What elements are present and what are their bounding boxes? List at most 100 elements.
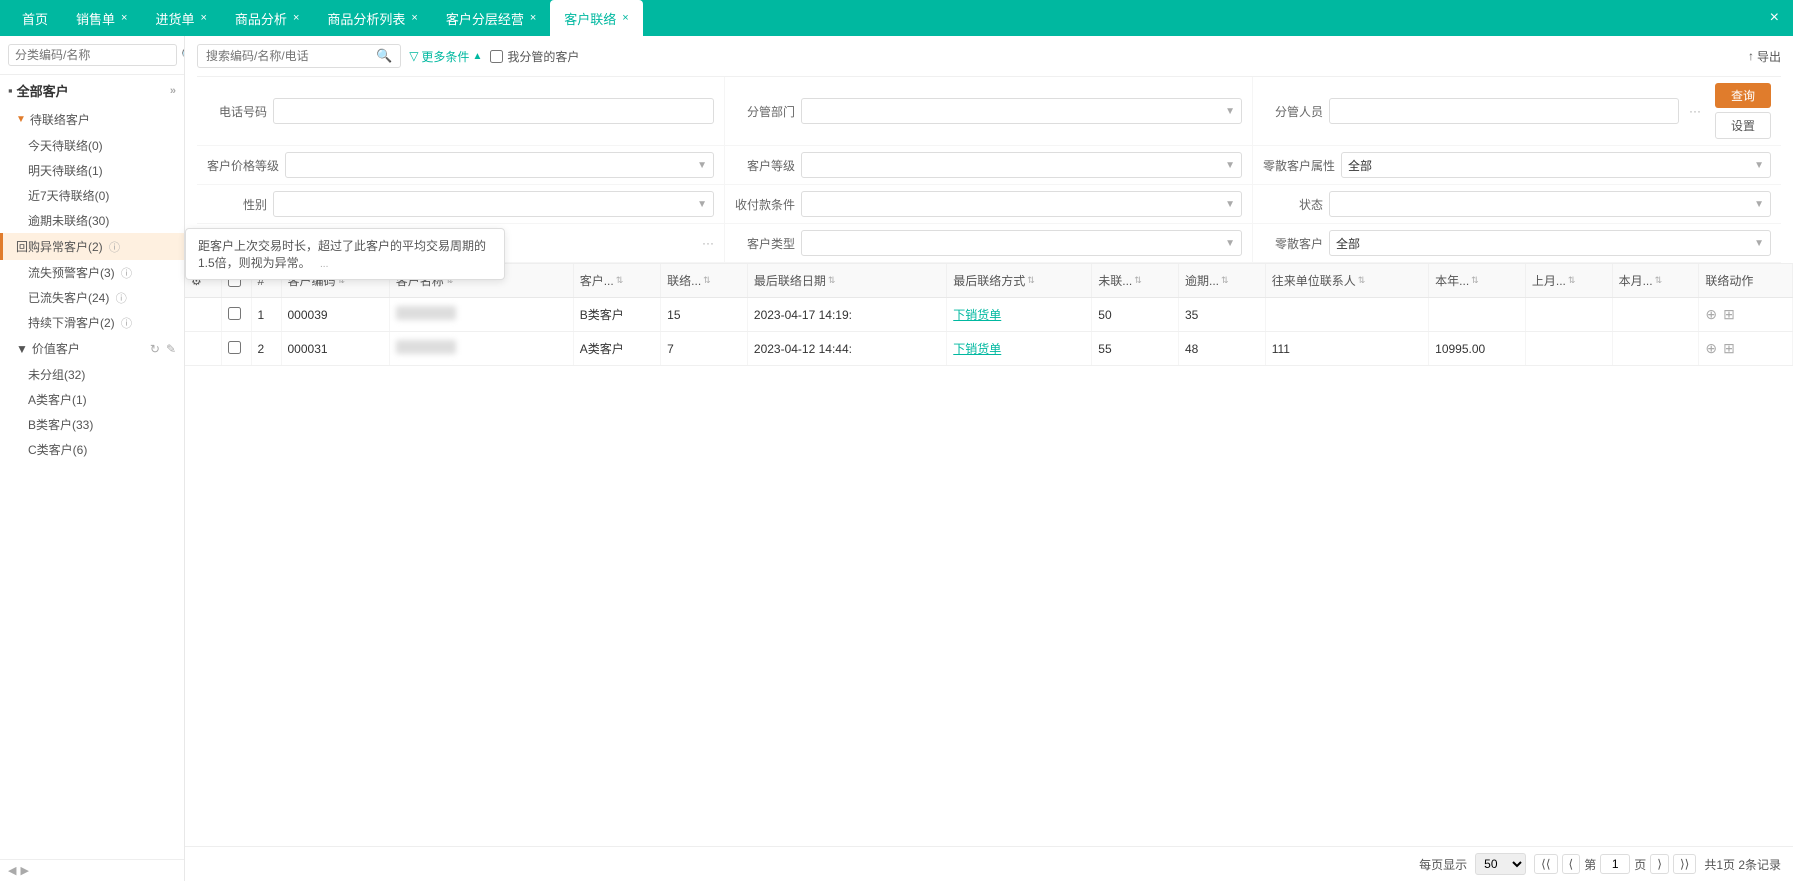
per-page-select[interactable]: 50 100 200 [1475,853,1526,875]
next-page-btn[interactable]: ⟩ [1650,854,1669,874]
th-overdue[interactable]: 逾期... ⇅ [1179,264,1266,298]
sidebar-item-tomorrow-contact[interactable]: 明天待联络(1) [0,158,184,183]
action-grid-icon[interactable]: ⊞ [1723,306,1735,323]
anomaly-tooltip: 距客户上次交易时长，超过了此客户的平均交易周期的1.5倍，则视为异常。 ... [185,228,505,280]
cust-price-select[interactable]: ▼ [285,152,714,178]
tab-purchase[interactable]: 进货单 × [141,0,220,36]
sidebar-search-input[interactable] [8,44,177,66]
cust-level-select[interactable]: ▼ [801,152,1242,178]
status-select[interactable]: ▼ [1329,191,1771,217]
wait-contact-group[interactable]: ▼ 待联络客户 [0,106,184,133]
cust-type-select[interactable]: ▼ [801,230,1242,256]
more-conditions-btn[interactable]: ▽ 更多条件 ▲ [409,48,482,65]
row-last-contact-method[interactable]: 下销货单 [947,298,1092,332]
table-row: 1000039B类客户152023-04-17 14:19:下销货单5035 ⊕… [185,298,1793,332]
payment-select[interactable]: ▼ [801,191,1242,217]
subdept-select[interactable]: ▼ [801,98,1242,124]
my-customers-check[interactable]: 我分管的客户 [490,48,579,65]
close-purchase-tab[interactable]: × [200,12,206,24]
tooltip-dots: ... [320,259,328,270]
edit-value-cust-icon[interactable]: ✎ [166,342,176,356]
query-button[interactable]: 查询 [1715,83,1771,108]
row-checkbox-cell[interactable] [221,298,251,332]
row-last-contact-method[interactable]: 下销货单 [947,332,1092,366]
th-unit-contact[interactable]: 往来单位联系人 ⇅ [1265,264,1428,298]
action-link-icon[interactable]: ⊕ [1705,340,1717,357]
sidebar-item-today-contact[interactable]: 今天待联络(0) [0,133,184,158]
tab-sales[interactable]: 销售单 × [62,0,141,36]
close-sales-tab[interactable]: × [121,12,127,24]
status-arrow: ▼ [1754,199,1764,210]
sidebar-item-b-class[interactable]: B类客户(33) [0,412,184,437]
close-customer-contact-tab[interactable]: × [622,12,628,24]
content-area: 🔍 ▽ 更多条件 ▲ 我分管的客户 ↑ 导出 [185,36,1793,881]
tab-customer-segment[interactable]: 客户分层经营 × [432,0,550,36]
subperson-select[interactable] [1329,98,1679,124]
tab-goods-analysis[interactable]: 商品分析 × [221,0,313,36]
th-last-contact-date[interactable]: 最后联络日期 ⇅ [747,264,946,298]
th-no-contact[interactable]: 未联... ⇅ [1092,264,1179,298]
search-input[interactable] [206,49,376,63]
sidebar-item-a-class[interactable]: A类客户(1) [0,387,184,412]
th-cust-type[interactable]: 客户... ⇅ [573,264,660,298]
th-last-month[interactable]: 上月... ⇅ [1525,264,1612,298]
row-settings-cell [185,298,221,332]
phone-input[interactable] [273,98,714,124]
value-customer-group[interactable]: ▼ 价值客户 ↻ ✎ [0,335,184,362]
close-window-btn[interactable]: × [1764,9,1785,27]
row-last-contact-date: 2023-04-12 14:44: [747,332,946,366]
th-year-sales[interactable]: 本年... ⇅ [1429,264,1526,298]
last-page-btn[interactable]: ⟩⟩ [1673,854,1696,874]
subperson-dots[interactable]: ··· [1689,104,1701,118]
retail-attr-select[interactable]: 全部▼ [1341,152,1771,178]
close-goods-analysis-tab[interactable]: × [293,12,299,24]
row-checkbox-cell[interactable] [221,332,251,366]
sidebar-nav-left[interactable]: ◀ [8,864,16,877]
filter-more-dots[interactable]: ··· [702,236,714,250]
last-contact-method-link[interactable]: 下销货单 [953,342,1001,356]
close-customer-segment-tab[interactable]: × [530,12,536,24]
page-label: 第 [1584,856,1596,873]
setting-button[interactable]: 设置 [1715,112,1771,139]
already-lost-info-icon: ⓘ [116,293,127,305]
action-link-icon[interactable]: ⊕ [1705,306,1717,323]
search-input-wrap: 🔍 [197,44,401,68]
sidebar-item-continuous-down[interactable]: 持续下滑客户(2) ⓘ [0,310,184,335]
my-customers-checkbox[interactable] [490,50,503,63]
sidebar-item-overdue-contact[interactable]: 逾期未联络(30) [0,208,184,233]
th-last-contact-method[interactable]: 最后联络方式 ⇅ [947,264,1092,298]
close-goods-analysis-list-tab[interactable]: × [411,12,417,24]
last-contact-method-link[interactable]: 下销货单 [953,308,1001,322]
no-contact-sort-icon: ⇅ [1134,275,1142,286]
all-customers-header[interactable]: ▪ 全部客户 » [0,75,184,106]
action-grid-icon[interactable]: ⊞ [1723,340,1735,357]
search-bar-icon[interactable]: 🔍 [376,48,392,64]
row-checkbox[interactable] [228,307,241,320]
gender-select[interactable]: ▼ [273,191,714,217]
row-name [389,332,573,366]
export-btn[interactable]: ↑ 导出 [1748,48,1781,65]
prev-page-btn[interactable]: ⟨ [1562,854,1581,874]
sidebar-item-c-class[interactable]: C类客户(6) [0,437,184,462]
row-index: 1 [251,298,281,332]
filter-cell-gender: 性别 ▼ [197,185,725,224]
sidebar-item-ungroup[interactable]: 未分组(32) [0,362,184,387]
sidebar-item-lost-warning[interactable]: 流失预警客户(3) ⓘ [0,260,184,285]
sidebar-item-already-lost[interactable]: 已流失客户(24) ⓘ [0,285,184,310]
tab-goods-analysis-list[interactable]: 商品分析列表 × [313,0,431,36]
sidebar-nav-right[interactable]: ▶ [20,864,28,877]
tab-home[interactable]: 首页 [8,0,62,36]
row-checkbox[interactable] [228,341,241,354]
collapse-sidebar-btn[interactable]: » [170,85,176,97]
first-page-btn[interactable]: ⟨⟨ [1534,854,1557,874]
tab-customer-contact[interactable]: 客户联络 × [550,0,642,36]
total-label: 共1页 2条记录 [1704,856,1781,873]
sidebar-item-repeat-anomaly[interactable]: 回购异常客户(2) ⓘ [0,233,184,260]
sidebar: 🔍 ▪ 全部客户 » ▼ 待联络客户 今天待联络(0) 明天待联络(1) [0,36,185,881]
page-input[interactable] [1600,854,1630,874]
sidebar-item-7days-contact[interactable]: 近7天待联络(0) [0,183,184,208]
refresh-value-cust-icon[interactable]: ↻ [150,342,160,356]
th-contact-count[interactable]: 联络... ⇅ [661,264,748,298]
retail-cust-select[interactable]: 全部▼ [1329,230,1771,256]
th-this-month[interactable]: 本月... ⇅ [1612,264,1699,298]
